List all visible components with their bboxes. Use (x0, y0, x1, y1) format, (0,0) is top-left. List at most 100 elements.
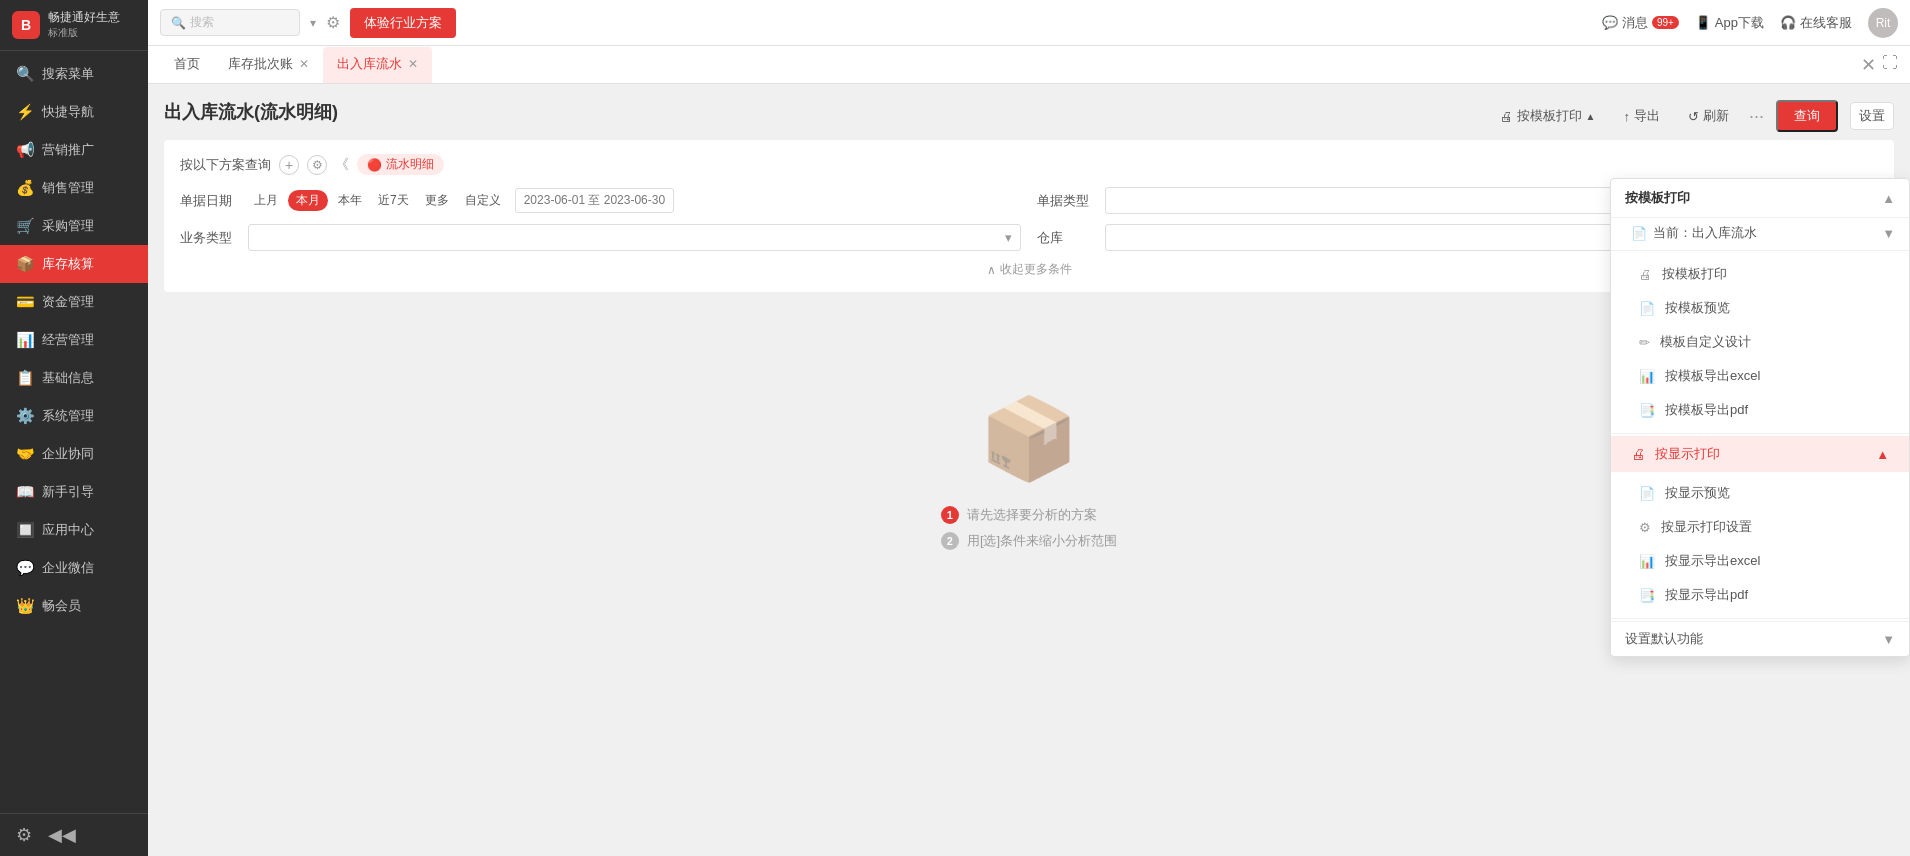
nav-icon-basic: 📋 (16, 369, 34, 387)
tab-batch[interactable]: 库存批次账 ✕ (214, 47, 323, 83)
filter-setting-btn[interactable]: ⚙ (307, 155, 327, 175)
sidebar-item-inventory[interactable]: 📦库存核算 (0, 245, 148, 283)
sidebar-item-marketing[interactable]: 📢营销推广 (0, 131, 148, 169)
tab-home[interactable]: 首页 (160, 47, 214, 83)
dp-label-template-custom: 模板自定义设计 (1660, 333, 1751, 351)
dp-icon-template-custom: ✏ (1639, 335, 1650, 350)
nav-label-quick: 快捷导航 (42, 103, 94, 121)
nav-icon-search: 🔍 (16, 65, 34, 83)
nav-label-finance: 资金管理 (42, 293, 94, 311)
dp-item-template-export-excel[interactable]: 📊按模板导出excel (1611, 359, 1909, 393)
dp-item-display-print-settings[interactable]: ⚙按显示打印设置 (1611, 510, 1909, 544)
nav-label-sales: 销售管理 (42, 179, 94, 197)
more-actions-icon[interactable]: ··· (1749, 106, 1764, 127)
date-range-picker[interactable]: 2023-06-01 至 2023-06-30 (515, 188, 674, 213)
dp-item-display-export-pdf[interactable]: 📑按显示导出pdf (1611, 578, 1909, 612)
nav-icon-wechat: 💬 (16, 559, 34, 577)
dp-display-header-label: 按显示打印 (1655, 445, 1720, 463)
sidebar-item-wechat[interactable]: 💬企业微信 (0, 549, 148, 587)
user-avatar[interactable]: Rit (1868, 8, 1898, 38)
nav-label-purchase: 采购管理 (42, 217, 94, 235)
sidebar-item-cooperation[interactable]: 🤝企业协同 (0, 435, 148, 473)
export-btn[interactable]: ↑ 导出 (1615, 103, 1668, 129)
dp-item-template-custom[interactable]: ✏ 模板自定义设计 (1611, 325, 1909, 359)
sidebar-item-system[interactable]: ⚙️系统管理 (0, 397, 148, 435)
sidebar-item-sales[interactable]: 💰 销售管理 (0, 169, 148, 207)
filter-tag[interactable]: 🔴 流水明细 (357, 154, 444, 175)
sidebar-item-quick[interactable]: ⚡ 快捷导航 (0, 93, 148, 131)
dp-footer-label: 设置默认功能 (1625, 630, 1703, 648)
topbar-search[interactable]: 🔍 搜索 (160, 9, 300, 36)
dp-label-display-export-pdf: 按显示导出pdf (1665, 586, 1748, 604)
search-icon: 🔍 (171, 16, 186, 30)
tab-label-batch: 库存批次账 (228, 55, 293, 73)
dp-item-display-export-excel[interactable]: 📊按显示导出excel (1611, 544, 1909, 578)
online-service-btn[interactable]: 🎧 在线客服 (1780, 14, 1852, 32)
collapse-nav-icon[interactable]: ◀◀ (48, 824, 76, 846)
topbar: 🔍 搜索 ▾ ⚙ 体验行业方案 💬 消息 99+ 📱 App下载 🎧 在线客服 … (148, 0, 1910, 46)
print-dropdown-panel: 按模板打印 ▲ 📄 当前：出入库流水 ▼ 🖨按模板打印📄按模板预览✏模板自定义设… (1610, 178, 1910, 657)
date-shortcuts: 上月本月本年近7天更多自定义 (248, 190, 507, 211)
date-shortcut-更多[interactable]: 更多 (419, 190, 455, 211)
print-template-btn[interactable]: 🖨 按模板打印 ▲ (1492, 103, 1604, 129)
nav-icon-sales: 💰 (16, 179, 34, 197)
tab-label-flow: 出入库流水 (337, 55, 402, 73)
date-shortcut-上月[interactable]: 上月 (248, 190, 284, 211)
date-shortcut-本月[interactable]: 本月 (288, 190, 328, 211)
dp-header-arrow[interactable]: ▲ (1882, 191, 1895, 206)
dp-divider-1 (1611, 250, 1909, 251)
tab-flow[interactable]: 出入库流水 ✕ (323, 47, 432, 83)
expand-window-icon[interactable]: ⛶ (1882, 54, 1898, 76)
sidebar-item-purchase[interactable]: 🛒采购管理 (0, 207, 148, 245)
filter-date-item: 单据日期 上月本月本年近7天更多自定义 2023-06-01 至 2023-06… (180, 188, 1021, 213)
sidebar-item-member[interactable]: 👑畅会员 (0, 587, 148, 625)
dp-current-template[interactable]: 📄 当前：出入库流水 ▼ (1611, 218, 1909, 248)
business-type-select[interactable]: ▾ (248, 224, 1021, 251)
sidebar-item-appcenter[interactable]: 🔲应用中心 (0, 511, 148, 549)
app-download-btn[interactable]: 📱 App下载 (1695, 14, 1764, 32)
date-shortcut-近7天[interactable]: 近7天 (372, 190, 415, 211)
nav-icon-guide: 📖 (16, 483, 34, 501)
settings-btn[interactable]: 设置 (1850, 102, 1894, 130)
message-btn[interactable]: 💬 消息 99+ (1602, 14, 1679, 32)
dp-item-template-preview[interactable]: 📄按模板预览 (1611, 291, 1909, 325)
sidebar-item-operations[interactable]: 📊经营管理 (0, 321, 148, 359)
dp-display-header-icon: 🖨 (1631, 446, 1645, 462)
tab-close-flow[interactable]: ✕ (408, 57, 418, 71)
dp-label-template-export-pdf: 按模板导出pdf (1665, 401, 1748, 419)
dp-display-print-header[interactable]: 🖨 按显示打印 ▲ (1611, 436, 1909, 472)
voucher-type-label: 单据类型 (1037, 192, 1097, 210)
dp-item-display-preview[interactable]: 📄按显示预览 (1611, 476, 1909, 510)
print-icon: 🖨 (1500, 109, 1513, 124)
dp-current-label: 当前：出入库流水 (1653, 224, 1757, 242)
dp-icon-template-print-item: 🖨 (1639, 267, 1652, 282)
date-shortcut-自定义[interactable]: 自定义 (459, 190, 507, 211)
refresh-btn[interactable]: ↺ 刷新 (1680, 103, 1737, 129)
sidebar-item-finance[interactable]: 💳资金管理 (0, 283, 148, 321)
dp-footer[interactable]: 设置默认功能 ▼ (1611, 621, 1909, 656)
industry-btn[interactable]: 体验行业方案 (350, 8, 456, 38)
nav-icon-quick: ⚡ (16, 103, 34, 121)
filter-collapse-btn[interactable]: 《 (335, 156, 349, 174)
add-filter-btn[interactable]: + (279, 155, 299, 175)
sidebar-item-guide[interactable]: 📖新手引导 (0, 473, 148, 511)
topbar-chevron-icon[interactable]: ▾ (310, 16, 316, 30)
date-shortcut-本年[interactable]: 本年 (332, 190, 368, 211)
sidebar-logo: B 畅捷通好生意 标准版 (0, 0, 148, 51)
tab-label-home: 首页 (174, 55, 200, 73)
nav-label-inventory: 库存核算 (42, 255, 94, 273)
close-window-icon[interactable]: ✕ (1861, 54, 1876, 76)
dp-item-template-export-pdf[interactable]: 📑按模板导出pdf (1611, 393, 1909, 427)
query-btn[interactable]: 查询 (1776, 100, 1838, 132)
topbar-gear-icon[interactable]: ⚙ (326, 13, 340, 32)
dp-item-template-print-item[interactable]: 🖨按模板打印 (1611, 257, 1909, 291)
tab-close-batch[interactable]: ✕ (299, 57, 309, 71)
settings-icon[interactable]: ⚙ (16, 824, 32, 846)
sidebar-nav: 🔍 搜索菜单 ⚡ 快捷导航 📢营销推广 💰 销售管理 🛒采购管理📦库存核算💳资金管理📊经营管理… (0, 51, 148, 813)
sidebar-item-basic[interactable]: 📋基础信息 (0, 359, 148, 397)
nav-label-search: 搜索菜单 (42, 65, 94, 83)
collapse-more-btn[interactable]: ∧ 收起更多条件 (987, 261, 1072, 278)
empty-step-2: 2 用[选]条件来缩小分析范围 (941, 528, 1117, 554)
app-download-label: App下载 (1715, 14, 1764, 32)
sidebar-item-search[interactable]: 🔍 搜索菜单 (0, 55, 148, 93)
